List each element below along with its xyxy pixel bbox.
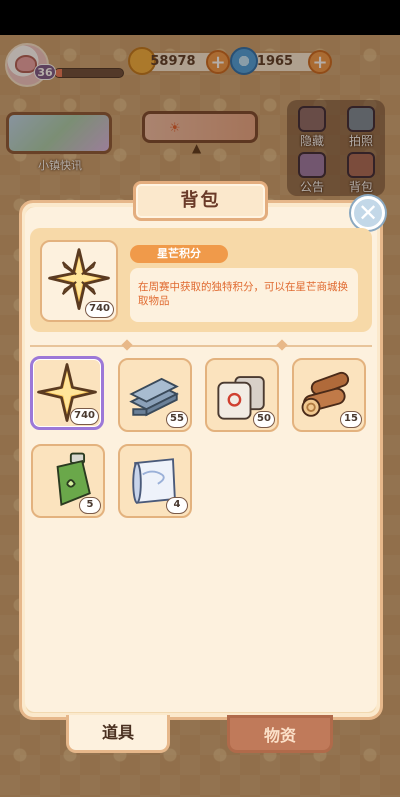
close-icon[interactable]: ✕ <box>351 196 385 230</box>
item-count: 15 <box>340 411 362 428</box>
selected-item-description: 在周赛中获取的独特积分，可以在星芒商城换取物品 <box>130 268 358 322</box>
item-count: 50 <box>253 411 275 428</box>
dialog-title-plate: 背包 <box>133 181 268 221</box>
section-divider <box>30 345 372 347</box>
item-count: 4 <box>166 497 188 514</box>
item-count: 740 <box>70 408 99 425</box>
selected-item-icon-frame: 740 <box>40 240 118 322</box>
tab-props[interactable]: 道具 <box>66 715 170 753</box>
selected-item-count: 740 <box>85 301 114 318</box>
selected-item-name: 星芒积分 <box>130 245 228 263</box>
inventory-slot-steel-beams[interactable]: 55 <box>118 358 192 432</box>
item-count: 5 <box>79 497 101 514</box>
inventory-slot-star-points[interactable]: 740 <box>30 356 104 430</box>
inventory-slot-wood-logs[interactable]: 15 <box>292 358 366 432</box>
inventory-slot-cement-bags[interactable]: 50 <box>205 358 279 432</box>
inventory-slot-green-spray-bottle[interactable]: 5 <box>31 444 105 518</box>
dialog-title: 背包 <box>180 190 221 211</box>
item-count: 55 <box>166 411 188 428</box>
inventory-slot-paper-roll[interactable]: 4 <box>118 444 192 518</box>
tab-materials[interactable]: 物资 <box>227 715 333 753</box>
